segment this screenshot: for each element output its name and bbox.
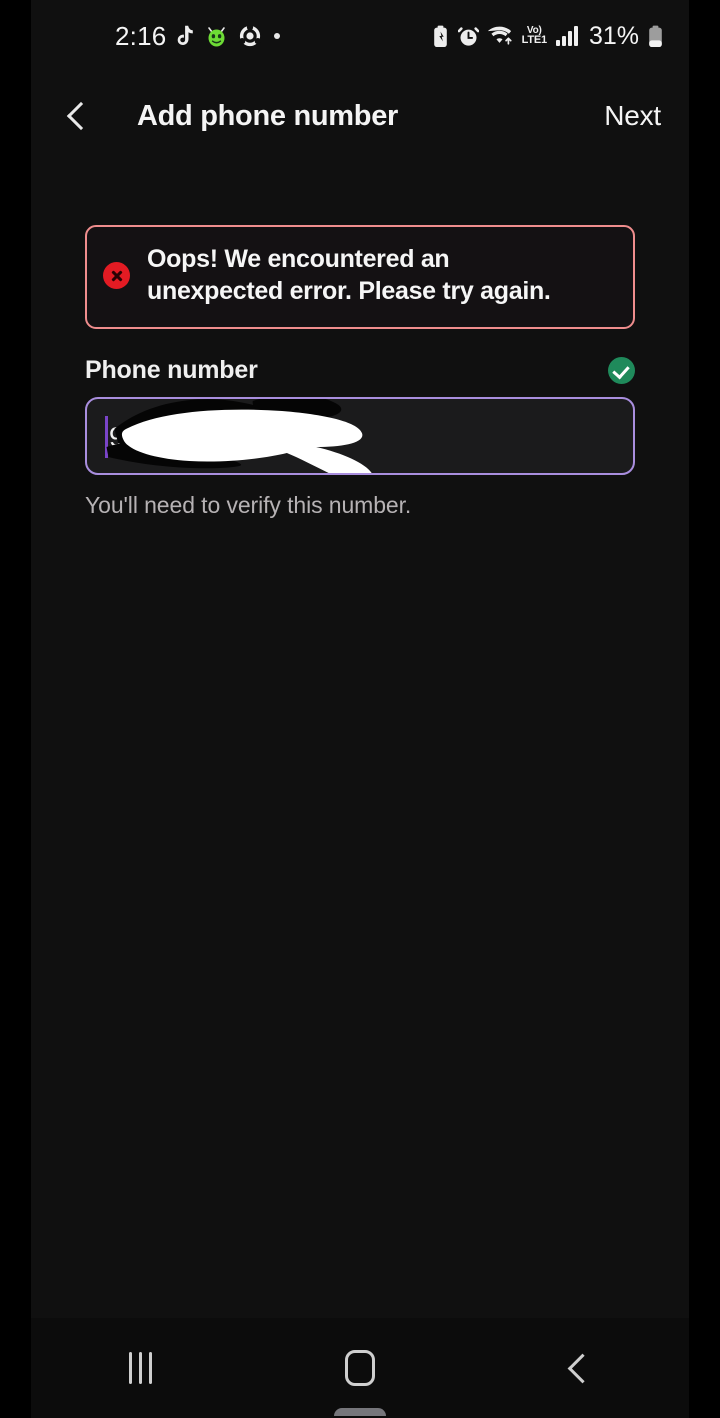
status-bar: 2:16 Vo) LTE1 31% [31, 0, 689, 72]
error-message: Oops! We encountered an unexpected error… [147, 244, 551, 308]
text-caret [105, 415, 108, 458]
device-screen: 2:16 Vo) LTE1 31% Add phone number Next … [0, 0, 720, 1418]
nav-recents-button[interactable] [81, 1328, 201, 1408]
next-button[interactable]: Next [600, 92, 665, 140]
app-window: 2:16 Vo) LTE1 31% Add phone number Next … [31, 0, 689, 1418]
back-chevron-icon [567, 1353, 598, 1383]
green-check-circle-icon [608, 356, 635, 384]
phone-field-label-row: Phone number [85, 356, 635, 385]
error-message-line-1: Oops! We encountered an [147, 245, 450, 273]
page-title: Add phone number [137, 99, 399, 132]
shareit-icon [239, 25, 262, 47]
back-button[interactable] [43, 81, 113, 151]
home-indicator [334, 1408, 386, 1416]
phone-number-input[interactable]: 9 952 [85, 396, 635, 475]
volte-indicator: Vo) LTE1 [521, 26, 547, 46]
green-monster-app-icon [205, 25, 228, 48]
status-bar-right: Vo) LTE1 31% [432, 22, 663, 51]
battery-percent-label: 31% [588, 21, 639, 50]
status-bar-clock: 2:16 [115, 20, 167, 51]
alarm-icon [457, 25, 479, 47]
app-bar: Add phone number Next [31, 72, 689, 160]
error-circle-x-icon [103, 262, 130, 290]
tiktok-note-icon [177, 25, 194, 47]
phone-number-value: 9 952 [109, 422, 185, 452]
signal-bars-icon [555, 26, 578, 46]
more-notifications-dot [274, 33, 281, 39]
battery-icon [648, 25, 663, 48]
recents-icon [129, 1352, 153, 1384]
nav-home-button[interactable] [300, 1328, 420, 1408]
battery-saver-icon [432, 25, 449, 48]
volte-line-2: LTE1 [521, 33, 547, 46]
chevron-left-icon [66, 101, 95, 131]
main-content: Oops! We encountered an unexpected error… [31, 160, 689, 519]
wifi-icon [487, 25, 513, 47]
system-navigation-bar [31, 1318, 689, 1418]
phone-field-label: Phone number [85, 355, 258, 384]
phone-field-helper-text: You'll need to verify this number. [85, 491, 412, 518]
home-icon [344, 1350, 375, 1386]
error-message-line-2: unexpected error. Please try again. [147, 276, 551, 305]
error-banner: Oops! We encountered an unexpected error… [85, 225, 635, 329]
nav-back-button[interactable] [519, 1328, 639, 1408]
status-bar-left: 2:16 [115, 20, 281, 52]
